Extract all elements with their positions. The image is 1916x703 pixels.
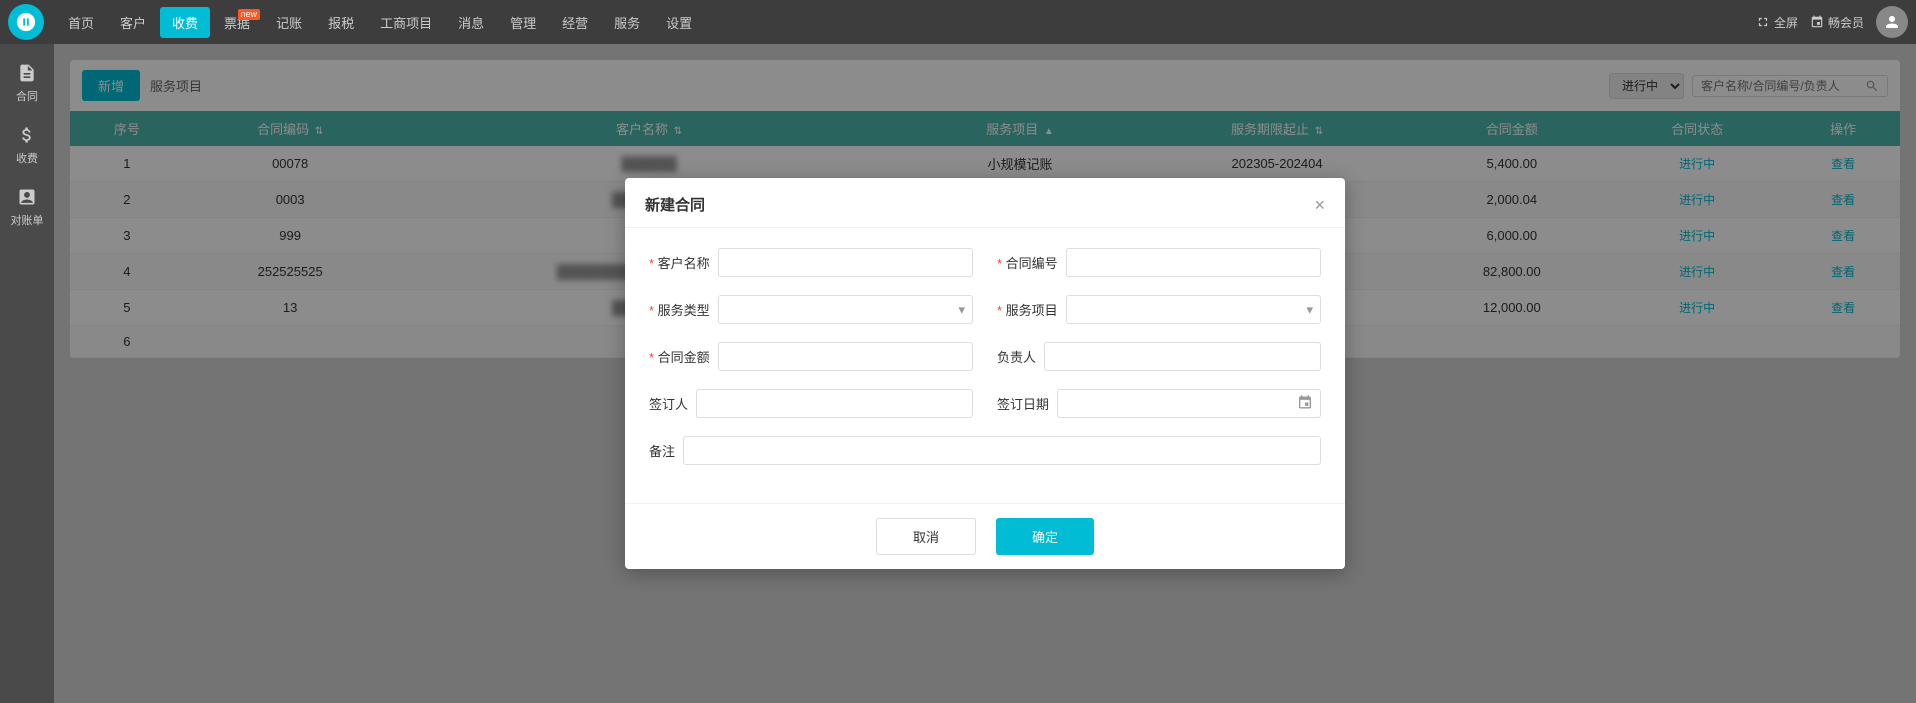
service-type-select[interactable] [718,295,973,324]
sign-date-input[interactable]: 2023-06-06 [1057,389,1321,418]
responsible-label: 负责人 [997,347,1036,366]
nav-home[interactable]: 首页 [56,7,106,38]
cancel-button[interactable]: 取消 [876,518,976,555]
service-type-field: 服务类型 ▾ [649,295,973,324]
service-item-field: 服务项目 ▾ [997,295,1321,324]
contract-amount-field: 合同金额 0.00 [649,342,973,371]
service-item-select[interactable] [1066,295,1321,324]
contract-no-field: 合同编号 [997,248,1321,277]
sign-date-label: 签订日期 [997,394,1049,413]
nav-settings[interactable]: 设置 [654,7,704,38]
modal-title: 新建合同 [645,194,705,215]
contract-amount-label: 合同金额 [649,347,710,366]
sidebar-item-contract[interactable]: 合同 [3,54,51,112]
form-row-5: 备注 [649,436,1321,465]
modal-body: 客户名称 合同编号 服务类型 [625,228,1345,503]
modal-dialog: 新建合同 × 客户名称 合同编号 [625,178,1345,569]
contract-no-label: 合同编号 [997,253,1058,272]
form-row-3: 合同金额 0.00 负责人 [649,342,1321,371]
content-area: 新增 服务项目 进行中 已结束 全部 [54,44,1916,703]
notes-label: 备注 [649,441,675,460]
sidebar-item-reconcile[interactable]: 对账单 [3,178,51,236]
revenue-icon [16,124,38,146]
nav-service[interactable]: 服务 [602,7,652,38]
modal-header: 新建合同 × [625,178,1345,228]
form-row-1: 客户名称 合同编号 [649,248,1321,277]
nav-tax[interactable]: 报税 [316,7,366,38]
sidebar-item-revenue[interactable]: 收费 [3,116,51,174]
contract-icon [16,62,38,84]
nav-manage[interactable]: 管理 [498,7,548,38]
confirm-button[interactable]: 确定 [996,518,1094,555]
calendar-icon[interactable] [1297,394,1313,413]
nav-business[interactable]: 工商项目 [368,7,444,38]
sidebar: 合同 收费 对账单 [0,44,54,703]
contract-no-input[interactable] [1066,248,1321,277]
form-row-2: 服务类型 ▾ 服务项目 [649,295,1321,324]
signer-field: 签订人 [649,389,973,418]
service-item-label: 服务项目 [997,300,1058,319]
form-row-4: 签订人 签订日期 2023-06-06 [649,389,1321,418]
service-item-select-wrapper: ▾ [1066,295,1321,324]
customer-name-field: 客户名称 [649,248,973,277]
new-badge: new [238,9,261,20]
service-type-select-wrapper: ▾ [718,295,973,324]
customer-name-input[interactable] [718,248,973,277]
fullscreen-button[interactable]: 全屏 [1756,14,1798,31]
close-icon[interactable]: × [1314,196,1325,214]
nav-bookkeep[interactable]: 记账 [264,7,314,38]
reconcile-icon [16,186,38,208]
sign-date-wrapper: 2023-06-06 [1057,389,1321,418]
notes-input[interactable] [683,436,1321,465]
contract-amount-input[interactable]: 0.00 [718,342,973,371]
responsible-input[interactable] [1044,342,1321,371]
top-nav: 首页 客户 收费 票据 new 记账 报税 工商项目 消息 管理 经营 服务 设… [0,0,1916,44]
service-type-label: 服务类型 [649,300,710,319]
customer-name-label: 客户名称 [649,253,710,272]
responsible-field: 负责人 [997,342,1321,371]
main-layout: 合同 收费 对账单 新增 服务项目 进行中 [0,44,1916,703]
nav-items: 首页 客户 收费 票据 new 记账 报税 工商项目 消息 管理 经营 服务 设… [56,7,1756,38]
nav-invoice[interactable]: 收费 [160,7,210,38]
sign-date-field: 签订日期 2023-06-06 [997,389,1321,418]
nav-customer[interactable]: 客户 [108,7,158,38]
nav-message[interactable]: 消息 [446,7,496,38]
notes-field: 备注 [649,436,1321,465]
logo [8,4,44,40]
signer-label: 签订人 [649,394,688,413]
signer-input[interactable] [696,389,973,418]
nav-ticket[interactable]: 票据 new [212,7,262,38]
nav-operate[interactable]: 经营 [550,7,600,38]
modal-footer: 取消 确定 [625,503,1345,569]
modal-overlay: 新建合同 × 客户名称 合同编号 [54,44,1916,703]
member-button[interactable]: 畅会员 [1810,14,1864,31]
nav-right: 全屏 畅会员 [1756,6,1908,38]
avatar[interactable] [1876,6,1908,38]
